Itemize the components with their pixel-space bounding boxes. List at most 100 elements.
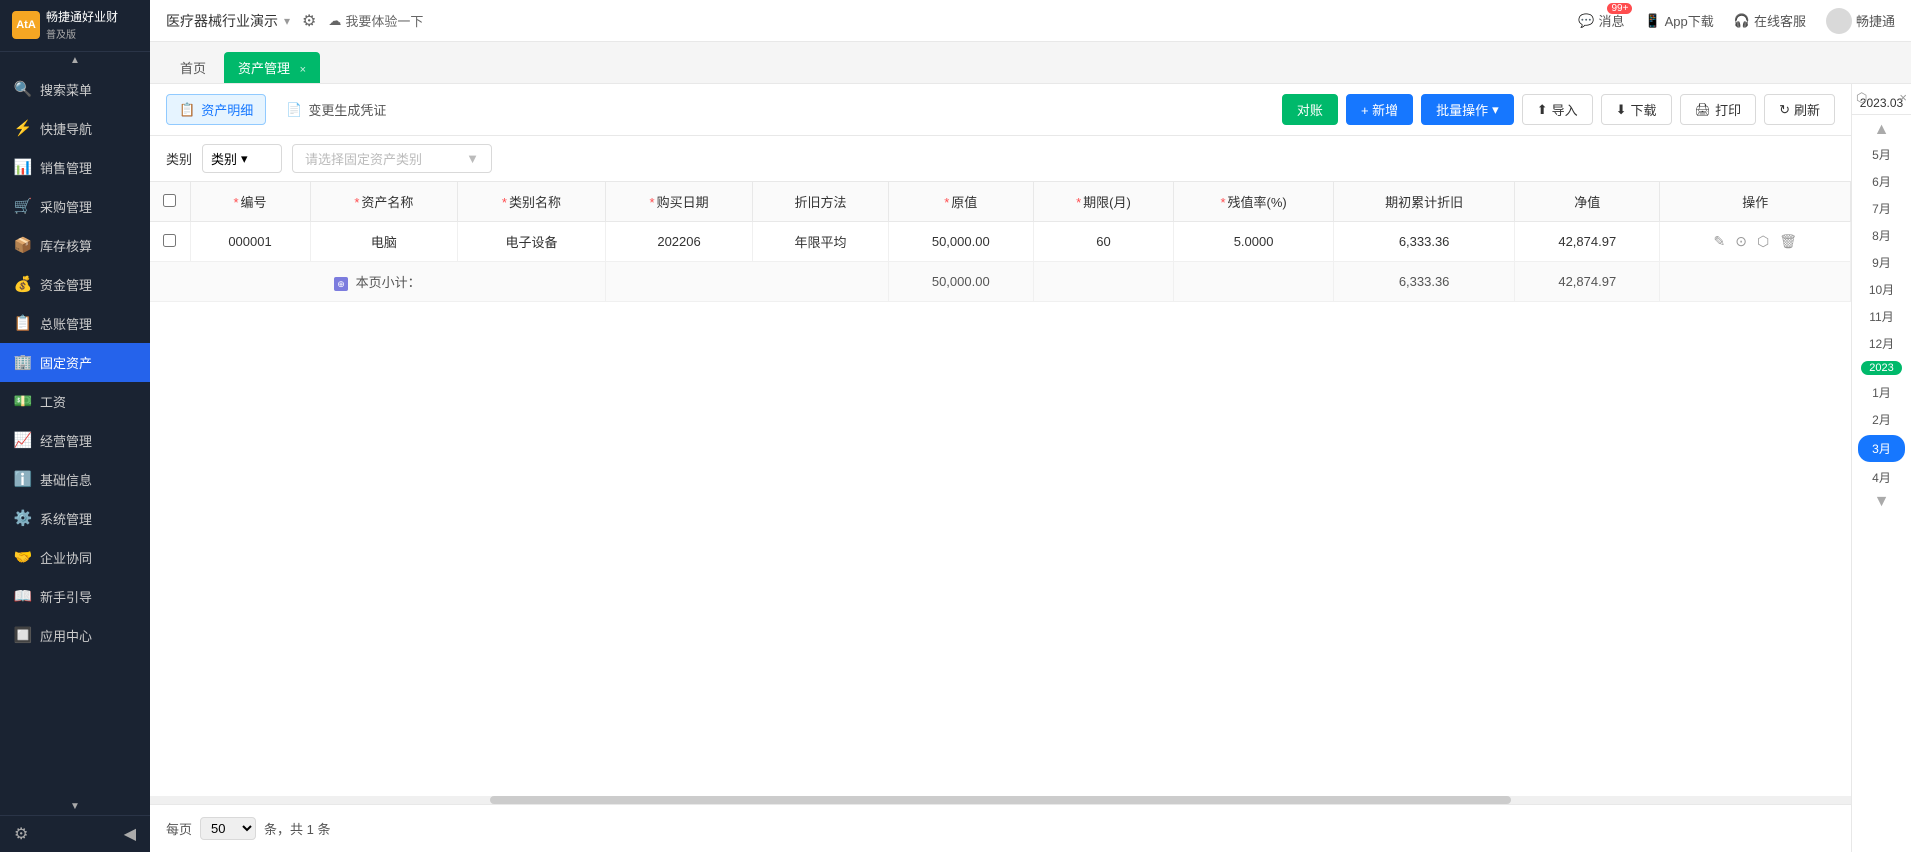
subtotal-period-empty — [1033, 262, 1173, 302]
sidebar-item-purchase[interactable]: 🛒 采购管理 — [0, 187, 150, 226]
sidebar-item-label: 搜索菜单 — [40, 80, 92, 99]
import-button[interactable]: ⬆ 导入 — [1522, 94, 1593, 125]
change-voucher-icon: 📄 — [286, 102, 302, 118]
month-9[interactable]: 9月 — [1852, 249, 1911, 276]
link-icon[interactable]: ⬡ — [1757, 233, 1769, 250]
funds-icon: 💰 — [14, 275, 32, 293]
category-input-arrow: ▼ — [466, 151, 479, 166]
sub-tab-asset-detail[interactable]: 📋 资产明细 — [166, 94, 266, 125]
subtotal-accumulated-depreciation: 6,333.36 — [1334, 262, 1515, 302]
row-checkbox[interactable] — [163, 234, 176, 247]
batch-ops-button[interactable]: 批量操作 ▾ — [1421, 94, 1514, 125]
batch-ops-arrow: ▾ — [1492, 102, 1499, 118]
month-4[interactable]: 4月 — [1852, 464, 1911, 491]
category-type-select[interactable]: 类别 ▾ — [202, 144, 282, 173]
sidebar-item-label: 应用中心 — [40, 626, 92, 645]
collapse-icon[interactable]: ◀ — [124, 824, 136, 844]
sidebar-item-inventory[interactable]: 📦 库存核算 — [0, 226, 150, 265]
batch-ops-label: 批量操作 — [1436, 100, 1488, 119]
tab-asset-mgmt[interactable]: 资产管理 × — [224, 52, 320, 83]
sidebar-item-quick-nav[interactable]: ⚡ 快捷导航 — [0, 109, 150, 148]
sales-icon: 📊 — [14, 158, 32, 176]
sidebar-item-ledger[interactable]: 📋 总账管理 — [0, 304, 150, 343]
month-2[interactable]: 2月 — [1852, 406, 1911, 433]
row-category: 电子设备 — [458, 222, 606, 262]
col-checkbox — [150, 182, 190, 222]
row-checkbox-cell — [150, 222, 190, 262]
category-input[interactable]: 请选择固定资产类别 ▼ — [292, 144, 492, 173]
month-10[interactable]: 10月 — [1852, 276, 1911, 303]
scroll-thumb[interactable] — [490, 796, 1511, 804]
company-name: 医疗器械行业演示 — [166, 11, 278, 31]
table-header-row: *编号 *资产名称 *类别名称 *购买日期 折旧方法 *原值 *期限(月) *残… — [150, 182, 1851, 222]
download-icon: ⬇ — [1616, 102, 1627, 118]
per-page-select[interactable]: 50 100 200 — [200, 817, 256, 840]
category-input-placeholder: 请选择固定资产类别 — [305, 149, 422, 168]
logo-icon: AtA — [12, 11, 40, 39]
copy-icon[interactable]: ⊙ — [1735, 233, 1747, 250]
month-5[interactable]: 5月 — [1852, 141, 1911, 168]
topbar-settings-icon[interactable]: ⚙ — [302, 11, 316, 31]
month-3-current[interactable]: 3月 — [1858, 435, 1905, 462]
reconcile-button[interactable]: 对账 — [1282, 94, 1338, 125]
month-7[interactable]: 7月 — [1852, 195, 1911, 222]
sidebar-item-guide[interactable]: 📖 新手引导 — [0, 577, 150, 616]
sidebar-item-label: 企业协同 — [40, 548, 92, 567]
row-actions-cell: ✎ ⊙ ⬡ 🗑 — [1660, 222, 1851, 262]
online-service-btn[interactable]: 🎧 在线客服 — [1734, 11, 1806, 30]
sidebar-item-payroll[interactable]: 💵 工资 — [0, 382, 150, 421]
month-8[interactable]: 8月 — [1852, 222, 1911, 249]
user-btn[interactable]: 畅捷通 — [1826, 8, 1895, 34]
sidebar-item-app-center[interactable]: 🔲 应用中心 — [0, 616, 150, 655]
download-button[interactable]: ⬇ 下载 — [1601, 94, 1672, 125]
content-area: 📋 资产明细 📄 变更生成凭证 对账 + 新增 批量操作 ▾ — [150, 84, 1851, 852]
horizontal-scrollbar[interactable] — [150, 796, 1851, 804]
col-depreciation-method: 折旧方法 — [753, 182, 888, 222]
sidebar-item-sales[interactable]: 📊 销售管理 — [0, 148, 150, 187]
tab-asset-mgmt-close[interactable]: × — [300, 64, 306, 76]
sidebar-item-system[interactable]: ⚙️ 系统管理 — [0, 499, 150, 538]
app-download-btn[interactable]: 📱 App下载 — [1644, 11, 1713, 30]
print-button[interactable]: 🖨 打印 — [1680, 94, 1757, 125]
online-service-icon: 🎧 — [1734, 13, 1750, 29]
subtotal-label: 本页小计： — [356, 275, 421, 290]
new-button[interactable]: + 新增 — [1346, 94, 1413, 125]
sidebar-scroll-up[interactable]: ▲ — [0, 52, 150, 70]
select-all-checkbox[interactable] — [163, 194, 176, 207]
delete-icon[interactable]: 🗑 — [1779, 233, 1797, 250]
sub-tab-change-voucher[interactable]: 📄 变更生成凭证 — [274, 95, 398, 124]
sidebar-item-label: 基础信息 — [40, 470, 92, 489]
edit-icon[interactable]: ✎ — [1714, 233, 1726, 250]
sidebar-item-corp-collab[interactable]: 🤝 企业协同 — [0, 538, 150, 577]
panel-close-icon[interactable]: × — [1899, 90, 1907, 105]
refresh-button[interactable]: ↻ 刷新 — [1764, 94, 1835, 125]
settings-bottom-icon[interactable]: ⚙ — [14, 824, 28, 844]
sidebar-scroll-down[interactable]: ▼ — [0, 797, 150, 815]
user-name: 畅捷通 — [1856, 11, 1895, 30]
month-1[interactable]: 1月 — [1852, 379, 1911, 406]
panel-expand-icon[interactable]: ⬡ — [1856, 90, 1867, 106]
tab-home[interactable]: 首页 — [166, 52, 220, 83]
sidebar-item-funds[interactable]: 💰 资金管理 — [0, 265, 150, 304]
action-icons: ✎ ⊙ ⬡ 🗑 — [1672, 233, 1838, 250]
print-icon: 🖨 — [1695, 102, 1712, 118]
sidebar-item-label: 工资 — [40, 392, 66, 411]
sidebar-item-search[interactable]: 🔍 搜索菜单 — [0, 70, 150, 109]
experience-btn[interactable]: ☁ 我要体验一下 — [328, 11, 423, 30]
panel-nav-down[interactable]: ▼ — [1872, 491, 1892, 513]
new-label: + 新增 — [1361, 100, 1398, 119]
month-11[interactable]: 11月 — [1852, 303, 1911, 330]
fixed-assets-icon: 🏢 — [14, 353, 32, 371]
messages-btn[interactable]: 💬 消息 99+ — [1578, 11, 1624, 30]
sidebar-item-fixed-assets[interactable]: 🏢 固定资产 — [0, 343, 150, 382]
sidebar-item-label: 新手引导 — [40, 587, 92, 606]
month-6[interactable]: 6月 — [1852, 168, 1911, 195]
row-name: 电脑 — [310, 222, 458, 262]
company-dropdown-arrow[interactable]: ▾ — [284, 14, 290, 28]
sidebar-item-operations[interactable]: 📈 经营管理 — [0, 421, 150, 460]
sidebar-item-basic-info[interactable]: ℹ️ 基础信息 — [0, 460, 150, 499]
panel-nav-up[interactable]: ▲ — [1872, 119, 1892, 141]
sidebar-item-label: 系统管理 — [40, 509, 92, 528]
month-12[interactable]: 12月 — [1852, 330, 1911, 357]
sidebar-item-label: 经营管理 — [40, 431, 92, 450]
